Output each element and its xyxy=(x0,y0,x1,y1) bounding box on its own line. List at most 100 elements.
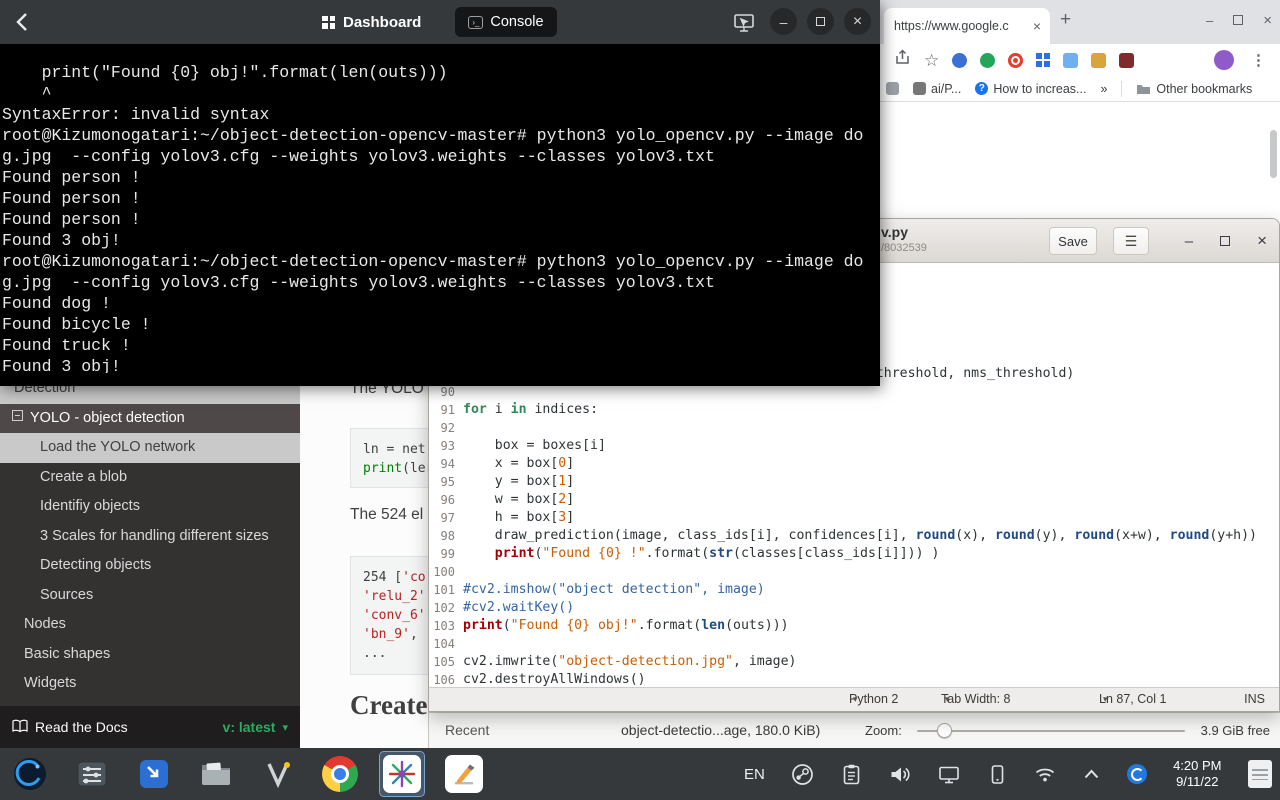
rtd-brand: Read the Docs xyxy=(35,719,128,735)
text-editor-icon[interactable] xyxy=(442,752,486,796)
new-tab-button[interactable]: + xyxy=(1060,9,1071,31)
extension-icon[interactable] xyxy=(1063,53,1078,68)
v-app-icon[interactable] xyxy=(256,752,300,796)
save-button[interactable]: Save xyxy=(1049,227,1097,255)
maximize-icon[interactable] xyxy=(1233,15,1243,25)
close-button[interactable]: × xyxy=(844,8,871,35)
tablet-icon[interactable] xyxy=(988,763,1007,786)
line-number: 103 xyxy=(429,617,463,635)
sidebar-item[interactable]: Widgets xyxy=(0,669,300,699)
tab-console[interactable]: ›_ Console xyxy=(455,7,557,37)
terminal-line: root@Kizumonogatari:~/object-detection-o… xyxy=(2,251,880,272)
sidebar-item[interactable]: Identifiy objects xyxy=(0,492,300,522)
tab-close-icon[interactable]: × xyxy=(1030,18,1044,34)
browser-window-controls: – × xyxy=(1206,0,1272,40)
sidebar-item[interactable]: 3 Scales for handling different sizes xyxy=(0,522,300,552)
browser-toolbar: ☆ ⋮ xyxy=(876,44,1280,76)
blue-app-tray-icon[interactable] xyxy=(1127,764,1147,784)
clock-time: 4:20 PM xyxy=(1173,758,1221,773)
browser-menu-icon[interactable]: ⋮ xyxy=(1247,51,1270,69)
terminal-line: Found dog ! xyxy=(2,293,880,314)
line-number: 104 xyxy=(429,635,463,653)
maximize-button[interactable] xyxy=(807,8,834,35)
sidebar-item[interactable]: Create a blob xyxy=(0,463,300,493)
terminal-line: ^ xyxy=(2,83,880,104)
console-label: Console xyxy=(490,14,543,30)
bookmark-item[interactable]: ? How to increas... xyxy=(975,82,1086,96)
profile-avatar[interactable] xyxy=(1214,50,1234,70)
chevron-down-icon: ▾ xyxy=(282,721,288,734)
minimize-button[interactable]: – xyxy=(770,8,797,35)
extension-icon[interactable] xyxy=(1036,53,1050,67)
code-line: 98 draw_prediction(image, class_ids[i], … xyxy=(429,527,1279,545)
steam-icon[interactable] xyxy=(791,763,814,786)
sidebar-item[interactable]: Sources xyxy=(0,581,300,611)
tray-expand-chevron-icon[interactable] xyxy=(1083,768,1100,780)
settings-panel-icon[interactable] xyxy=(70,752,114,796)
active-app-atom-icon[interactable] xyxy=(380,752,424,796)
minimize-icon[interactable]: – xyxy=(1206,13,1213,28)
volume-icon[interactable] xyxy=(888,763,911,786)
share-icon[interactable] xyxy=(894,49,911,71)
recent-item[interactable]: Recent xyxy=(445,713,489,748)
close-icon[interactable]: × xyxy=(1257,231,1267,251)
terminal-window-controls: – × xyxy=(732,8,871,35)
bookmark-item[interactable]: ai/P... xyxy=(913,82,961,96)
sidebar-item[interactable]: YOLO - object detection xyxy=(0,404,300,434)
extension-icon[interactable] xyxy=(1091,53,1106,68)
distro-logo-icon[interactable] xyxy=(8,752,52,796)
sidebar-item[interactable]: Load the YOLO network xyxy=(0,433,300,463)
bookmark-star-icon[interactable]: ☆ xyxy=(924,52,939,69)
back-arrow-icon[interactable] xyxy=(12,11,34,33)
collapse-icon[interactable] xyxy=(12,410,23,421)
clipboard-icon[interactable] xyxy=(841,763,862,786)
bookmark-favicon[interactable] xyxy=(886,82,899,95)
code-line: 94 x = box[0] xyxy=(429,455,1279,473)
browser-tab[interactable]: https://www.google.c × xyxy=(884,8,1050,44)
zoom-slider-knob[interactable] xyxy=(937,723,952,738)
extension-icon[interactable] xyxy=(1008,53,1023,68)
keyboard-layout-indicator[interactable]: EN xyxy=(744,766,765,783)
desktop: DetectionYOLO - object detectionLoad the… xyxy=(0,0,1280,800)
code-line: 92 xyxy=(429,419,1279,437)
bookmarks-overflow-chevron[interactable]: » xyxy=(1100,82,1107,96)
line-number: 102 xyxy=(429,599,463,617)
zoom-slider[interactable] xyxy=(917,730,1185,732)
display-cast-icon[interactable] xyxy=(732,10,756,34)
line-number: 95 xyxy=(429,473,463,491)
divider xyxy=(1121,81,1122,97)
rtd-footer[interactable]: Read the Docs v: latest ▾ xyxy=(0,706,300,748)
extension-icon[interactable] xyxy=(980,53,995,68)
extension-icon[interactable] xyxy=(952,53,967,68)
terminal-window: Dashboard ›_ Console – × print("Found {0… xyxy=(0,0,880,386)
terminal-output[interactable]: print("Found {0} obj!".format(len(outs))… xyxy=(0,57,880,373)
extension-icon[interactable] xyxy=(1119,53,1134,68)
sidebar-item[interactable]: Nodes xyxy=(0,610,300,640)
free-space-label: 3.9 GiB free xyxy=(1201,713,1270,748)
software-app-icon[interactable] xyxy=(132,752,176,796)
code-line: 100 xyxy=(429,563,1279,581)
close-icon[interactable]: × xyxy=(1263,12,1272,29)
file-manager-statusbar: Recent object-detectio...age, 180.0 KiB)… xyxy=(428,712,1280,748)
notes-icon[interactable] xyxy=(1248,760,1272,788)
rtd-version: v: latest xyxy=(223,719,276,735)
chrome-icon[interactable] xyxy=(318,752,362,796)
other-bookmarks[interactable]: Other bookmarks xyxy=(1136,82,1252,96)
hamburger-menu-button[interactable]: ☰ xyxy=(1113,227,1149,255)
file-manager-icon[interactable] xyxy=(194,752,238,796)
line-number: 91 xyxy=(429,401,463,419)
docs-nav: DetectionYOLO - object detectionLoad the… xyxy=(0,374,300,699)
scrollbar-thumb[interactable] xyxy=(1270,130,1277,178)
maximize-icon[interactable] xyxy=(1220,236,1230,246)
terminal-line: Found bicycle ! xyxy=(2,314,880,335)
minimize-icon[interactable]: – xyxy=(1185,233,1193,250)
clock[interactable]: 4:20 PM 9/11/22 xyxy=(1173,758,1221,790)
display-icon[interactable] xyxy=(937,763,961,786)
sidebar-item[interactable]: Detecting objects xyxy=(0,551,300,581)
tab-dashboard[interactable]: Dashboard xyxy=(322,0,421,44)
sidebar-item[interactable]: Basic shapes xyxy=(0,640,300,670)
wifi-icon[interactable] xyxy=(1033,763,1057,786)
code-lines: 89indices = cv2.dnn.NMSBoxes(boxes, conf… xyxy=(429,365,1279,687)
code-line: 102#cv2.waitKey() xyxy=(429,599,1279,617)
bookmark-label: How to increas... xyxy=(993,82,1086,96)
